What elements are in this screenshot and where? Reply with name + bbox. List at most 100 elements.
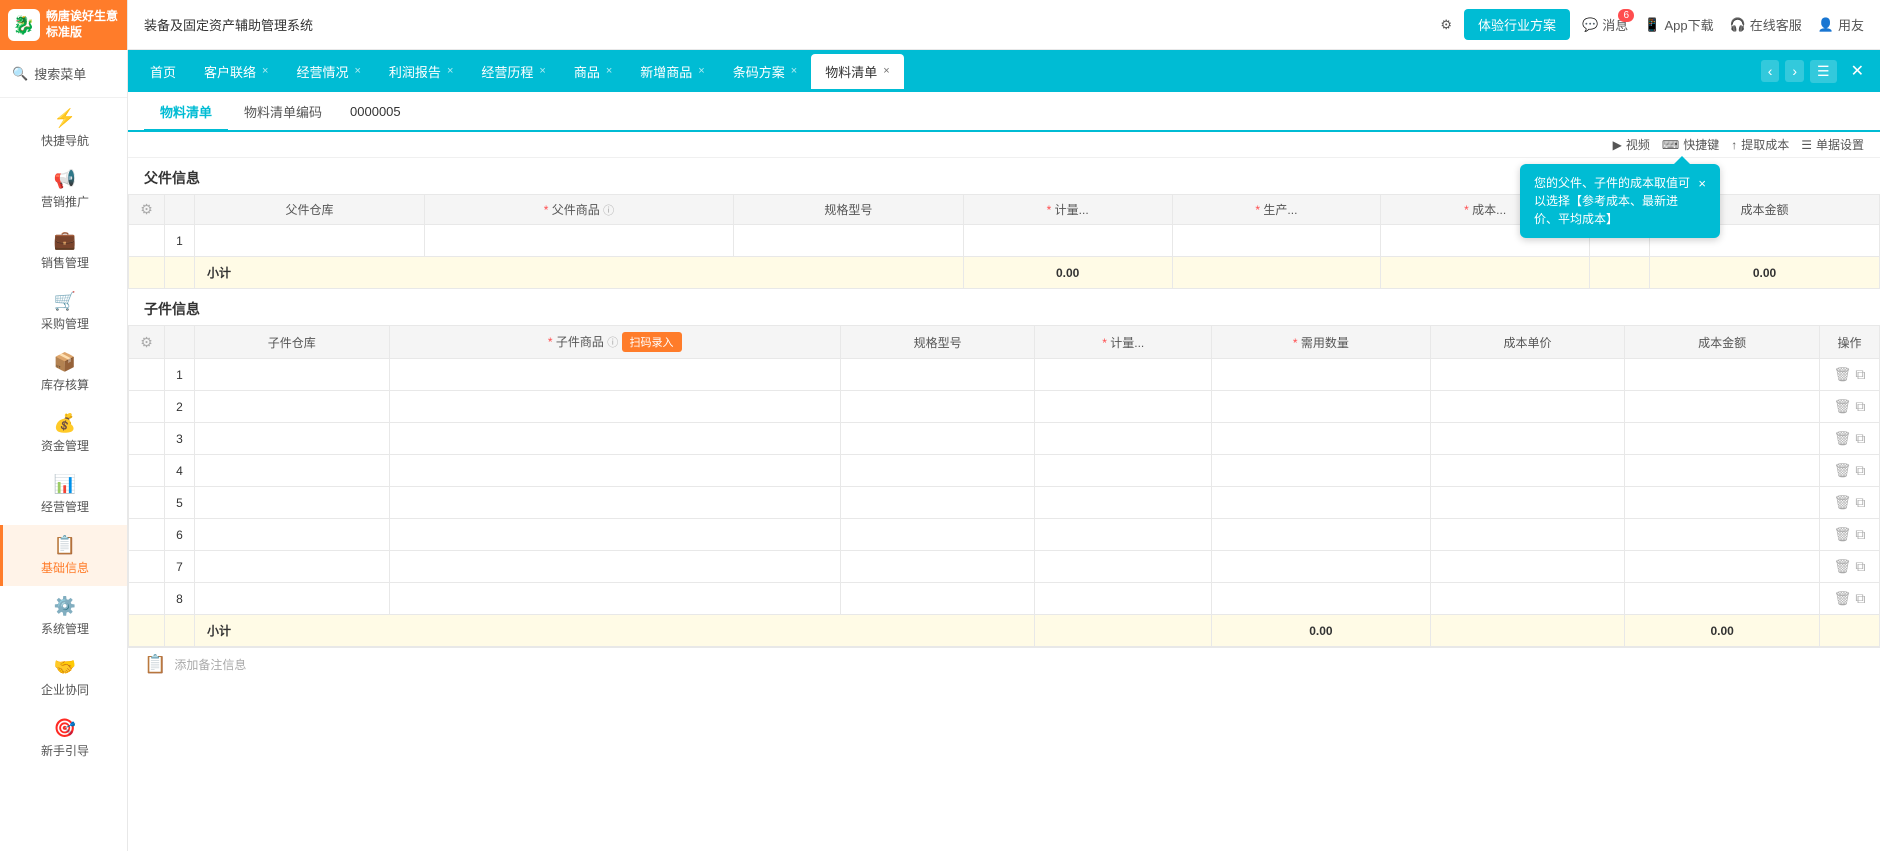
child-row-5: 5 🗑 ⧉ (129, 487, 1880, 519)
parent-th-settings: ⚙ (129, 195, 165, 225)
copy-row-button[interactable]: ⧉ (1855, 398, 1865, 415)
delete-row-button[interactable]: 🗑 (1834, 526, 1852, 543)
copy-row-button[interactable]: ⧉ (1855, 430, 1865, 447)
content-area: 物料清单 物料清单编码 0000005 ▶ 视频 ⌨ 快捷键 ↑ 提取成本 ☰ (128, 92, 1880, 851)
tab-next-button[interactable]: › (1785, 60, 1804, 82)
parent-th-num (165, 195, 195, 225)
child-th-settings: ⚙ (129, 326, 165, 359)
parent-subtotal-label: 小计 (195, 257, 964, 289)
sidebar-item-inventory[interactable]: 📦 库存核算 (0, 342, 127, 403)
sidebar-item-marketing[interactable]: 📢 营销推广 (0, 159, 127, 220)
tab-new-goods-close[interactable]: × (698, 65, 704, 77)
sub-tab-bom-list[interactable]: 物料清单 (144, 94, 228, 131)
child-th-num (165, 326, 195, 359)
delete-row-button[interactable]: 🗑 (1834, 558, 1852, 575)
search-icon: 🔍 (12, 66, 28, 82)
headset-icon: 🎧 (1730, 17, 1746, 33)
tab-operations-close[interactable]: × (354, 65, 360, 77)
download-icon: 📱 (1644, 17, 1660, 33)
child-settings-icon[interactable]: ⚙ (140, 334, 153, 350)
shortcut-button[interactable]: ⌨ 快捷键 (1662, 136, 1719, 153)
single-setting-button[interactable]: ☰ 单据设置 (1801, 136, 1864, 153)
child-th-action: 操作 (1820, 326, 1880, 359)
sidebar-item-guide[interactable]: 🎯 新手引导 (0, 708, 127, 769)
sidebar-item-enterprise[interactable]: 🤝 企业协同 (0, 647, 127, 708)
view-video-button[interactable]: ▶ 视频 (1613, 136, 1650, 153)
delete-row-button[interactable]: 🗑 (1834, 590, 1852, 607)
child-row-4: 4 🗑 ⧉ (129, 455, 1880, 487)
sidebar-item-finance[interactable]: 💰 资金管理 (0, 403, 127, 464)
sub-tab-bom-code-label[interactable]: 物料清单编码 (228, 94, 338, 131)
copy-row-button[interactable]: ⧉ (1855, 590, 1865, 607)
child-row-8: 8 🗑 ⧉ (129, 583, 1880, 615)
child-row-1: 1 🗑 ⧉ (129, 359, 1880, 391)
tabbar: 首页 客户联络 × 经营情况 × 利润报告 × 经营历程 × 商品 × 新增商品… (128, 50, 1880, 92)
sidebar: 🐉 畅唐诶好生意 标准版 🔍 搜索菜单 ⚡ 快捷导航 📢 营销推广 💼 销售管理… (0, 0, 128, 851)
tab-operations[interactable]: 经营情况 × (282, 54, 374, 89)
app-download-button[interactable]: 📱 App下载 (1644, 15, 1713, 34)
keyboard-icon: ⌨ (1662, 138, 1679, 152)
delete-row-button[interactable]: 🗑 (1834, 398, 1852, 415)
tab-profit[interactable]: 利润报告 × (375, 54, 467, 89)
inventory-icon: 📦 (54, 352, 76, 373)
tab-close-all-button[interactable]: ✕ (1843, 61, 1872, 81)
tab-history-close[interactable]: × (539, 65, 545, 77)
copy-row-button[interactable]: ⧉ (1855, 494, 1865, 511)
tab-barcode[interactable]: 条码方案 × (719, 54, 811, 89)
parent-settings-icon[interactable]: ⚙ (140, 201, 153, 217)
tab-menu-button[interactable]: ☰ (1810, 60, 1837, 83)
child-row-7: 7 🗑 ⧉ (129, 551, 1880, 583)
setting-icon: ☰ (1801, 138, 1812, 152)
parent-subtotal-row: 小计 0.00 0.00 (129, 257, 1880, 289)
tab-prev-button[interactable]: ‹ (1761, 60, 1780, 82)
delete-row-button[interactable]: 🗑 (1834, 494, 1852, 511)
logo-text: 畅唐诶好生意 标准版 (46, 9, 118, 40)
basic-info-icon: 📋 (54, 535, 76, 556)
trial-button[interactable]: 体验行业方案 (1464, 9, 1570, 40)
topbar: 装备及固定资产辅助管理系统 ⚙ 体验行业方案 💬 消息 6 📱 App下载 🎧 … (128, 0, 1880, 50)
tab-bom-close[interactable]: × (883, 65, 889, 77)
tab-customer[interactable]: 客户联络 × (190, 54, 282, 89)
settings-button[interactable]: ⚙ (1440, 17, 1452, 33)
copy-row-button[interactable]: ⧉ (1855, 366, 1865, 383)
quick-nav-icon: ⚡ (54, 108, 76, 129)
copy-row-button[interactable]: ⧉ (1855, 462, 1865, 479)
tab-goods-close[interactable]: × (606, 65, 612, 77)
tab-customer-close[interactable]: × (262, 65, 268, 77)
child-section: 子件信息 ⚙ 子件仓库 * 子件商品 ⓘ (128, 289, 1880, 647)
message-button[interactable]: 💬 消息 6 (1582, 15, 1628, 34)
tab-home[interactable]: 首页 (136, 54, 190, 89)
tab-barcode-close[interactable]: × (791, 65, 797, 77)
extract-cost-button[interactable]: ↑ 提取成本 (1731, 136, 1789, 153)
video-icon: ▶ (1613, 138, 1622, 152)
sidebar-item-operations[interactable]: 📊 经营管理 (0, 464, 127, 525)
tab-goods[interactable]: 商品 × (560, 54, 626, 89)
tab-new-goods[interactable]: 新增商品 × (626, 54, 718, 89)
sidebar-item-quick-nav[interactable]: ⚡ 快捷导航 (0, 98, 127, 159)
tab-profit-close[interactable]: × (447, 65, 453, 77)
logo-icon: 🐉 (8, 9, 40, 41)
parent-th-warehouse: 父件仓库 (195, 195, 425, 225)
sub-tabbar: 物料清单 物料清单编码 0000005 (128, 92, 1880, 132)
search-menu-button[interactable]: 🔍 搜索菜单 (8, 58, 119, 89)
sidebar-item-basic-info[interactable]: 📋 基础信息 (0, 525, 127, 586)
sidebar-item-system[interactable]: ⚙️ 系统管理 (0, 586, 127, 647)
sidebar-item-purchase[interactable]: 🛒 采购管理 (0, 281, 127, 342)
add-note-text: 添加备注信息 (174, 656, 246, 673)
parent-th-spec: 规格型号 (733, 195, 963, 225)
copy-row-button[interactable]: ⧉ (1855, 558, 1865, 575)
parent-subtotal-unit: 0.00 (963, 257, 1172, 289)
scan-input-button[interactable]: 扫码录入 (622, 332, 682, 352)
tab-history[interactable]: 经营历程 × (467, 54, 559, 89)
tooltip-close-button[interactable]: × (1698, 174, 1706, 194)
sidebar-item-sales[interactable]: 💼 销售管理 (0, 220, 127, 281)
delete-row-button[interactable]: 🗑 (1834, 430, 1852, 447)
delete-row-button[interactable]: 🗑 (1834, 366, 1852, 383)
delete-row-button[interactable]: 🗑 (1834, 462, 1852, 479)
copy-row-button[interactable]: ⧉ (1855, 526, 1865, 543)
online-service-button[interactable]: 🎧 在线客服 (1730, 15, 1802, 34)
tab-bom[interactable]: 物料清单 × (811, 54, 903, 89)
bom-code-value: 0000005 (338, 96, 413, 127)
child-subtotal-row: 小计 0.00 0.00 (129, 615, 1880, 647)
user-button[interactable]: 👤 用友 (1818, 15, 1864, 34)
